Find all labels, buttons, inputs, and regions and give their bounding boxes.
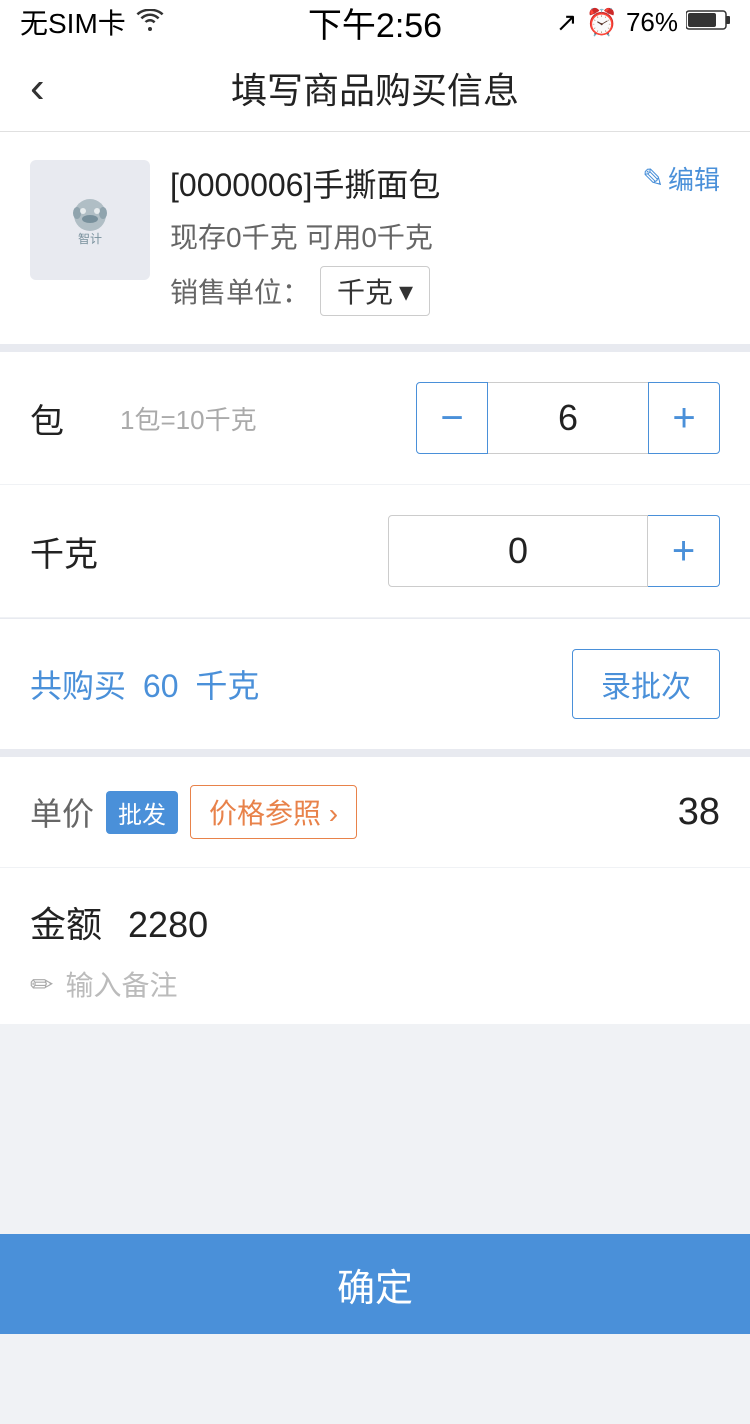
- quantity-row-kg: 千克 +: [0, 485, 750, 618]
- price-ref-button[interactable]: 价格参照 ›: [190, 785, 357, 839]
- status-bar-time: 下午2:56: [308, 0, 442, 47]
- price-section: 单价 批发 价格参照 › 38: [0, 757, 750, 868]
- qty-minus-bao[interactable]: −: [416, 382, 488, 454]
- quantity-controls-kg: +: [388, 515, 720, 587]
- price-label: 单价: [30, 789, 94, 835]
- pencil-icon: ✏: [30, 968, 53, 1001]
- edit-icon: ✎: [642, 163, 664, 194]
- product-name: [0000006]手撕面包: [170, 160, 440, 206]
- alarm-icon: ⏰: [586, 7, 618, 38]
- quantity-row-bao: 包 1包=10千克 − +: [0, 352, 750, 485]
- amount-row: 金额 2280: [30, 896, 720, 948]
- note-row[interactable]: ✏ 输入备注: [30, 964, 720, 1004]
- qty-plus-bao[interactable]: +: [648, 382, 720, 454]
- record-batch-button[interactable]: 录批次: [572, 649, 720, 719]
- svg-text:智计: 智计: [78, 231, 102, 246]
- quantity-controls-bao: − +: [416, 382, 720, 454]
- product-header: [0000006]手撕面包 现存0千克 可用0千克 销售单位： 千克 ▾ ✎ 编…: [170, 160, 720, 316]
- gray-area: [0, 1024, 750, 1424]
- product-stock: 现存0千克 可用0千克: [170, 216, 440, 256]
- quantity-label-kg: 千克: [30, 527, 110, 576]
- product-card: 智计 [0000006]手撕面包 现存0千克 可用0千克 销售单位： 千克 ▾ …: [0, 132, 750, 352]
- unit-select[interactable]: 千克 ▾: [320, 266, 430, 316]
- amount-section: 金额 2280 ✏ 输入备注: [0, 868, 750, 1024]
- edit-button[interactable]: ✎ 编辑: [642, 160, 720, 197]
- confirm-button[interactable]: 确定: [0, 1234, 750, 1334]
- wifi-icon: [136, 6, 164, 38]
- amount-value: 2280: [128, 904, 208, 945]
- quantity-hint-bao: 1包=10千克: [120, 400, 416, 437]
- status-bar: 无SIM卡 下午2:56 ↗ ⏰ 76%: [0, 0, 750, 44]
- price-value: 38: [678, 791, 720, 834]
- unit-value: 千克: [337, 271, 393, 311]
- unit-label: 销售单位：: [170, 271, 310, 311]
- edit-label: 编辑: [668, 160, 720, 197]
- product-unit-row: 销售单位： 千克 ▾: [170, 266, 440, 316]
- total-value: 60: [143, 668, 179, 704]
- quantity-label-bao: 包: [30, 394, 110, 443]
- status-bar-left: 无SIM卡: [20, 2, 164, 42]
- page-title: 填写商品购买信息: [231, 62, 519, 114]
- total-text: 共购买 60 千克: [30, 661, 259, 707]
- product-image: 智计: [30, 160, 150, 280]
- note-placeholder: 输入备注: [65, 964, 177, 1004]
- amount-label: 金额: [30, 904, 102, 945]
- battery-icon: [686, 7, 730, 38]
- battery-text: 76%: [626, 7, 678, 38]
- total-row: 共购买 60 千克 录批次: [0, 619, 750, 757]
- location-icon: ↗: [556, 7, 578, 38]
- price-tag: 批发: [106, 791, 178, 834]
- carrier-text: 无SIM卡: [20, 2, 126, 42]
- qty-input-bao[interactable]: [488, 382, 648, 454]
- qty-plus-kg[interactable]: +: [648, 515, 720, 587]
- qty-input-kg[interactable]: [388, 515, 648, 587]
- nav-bar: ‹ 填写商品购买信息: [0, 44, 750, 132]
- quantity-section: 包 1包=10千克 − + 千克 +: [0, 352, 750, 619]
- status-bar-right: ↗ ⏰ 76%: [556, 7, 730, 38]
- product-info: [0000006]手撕面包 现存0千克 可用0千克 销售单位： 千克 ▾ ✎ 编…: [170, 160, 720, 316]
- unit-dropdown-icon: ▾: [399, 275, 413, 308]
- back-button[interactable]: ‹: [30, 66, 45, 110]
